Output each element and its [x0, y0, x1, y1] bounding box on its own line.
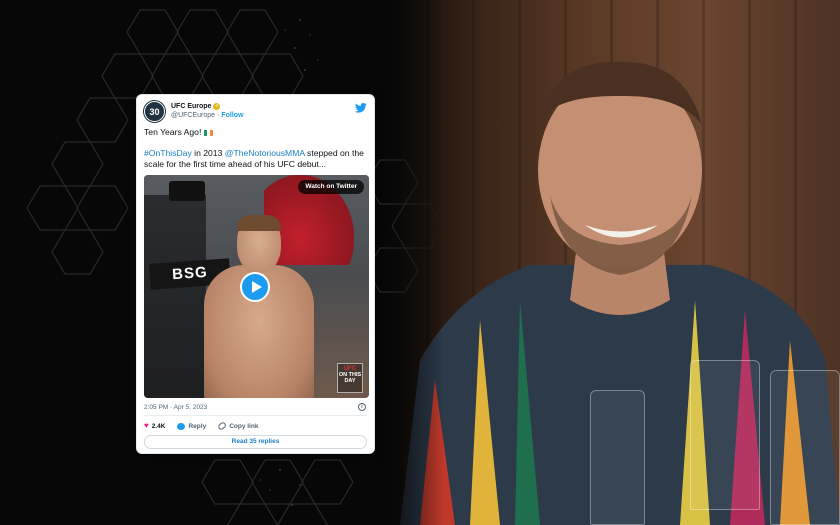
hashtag-link[interactable]: #OnThisDay — [144, 148, 192, 158]
ufc-on-this-day-logo: UFC ON THIS DAY — [337, 363, 363, 393]
account-avatar[interactable]: 30 — [144, 101, 165, 122]
irish-flag-icon — [203, 129, 213, 136]
page: 30 UFC Europe ✓ @UFCEurope · Follow Ten … — [0, 0, 840, 525]
info-icon[interactable]: i — [358, 403, 366, 411]
play-icon[interactable] — [240, 272, 270, 302]
tweet-text-mid: in 2013 — [191, 147, 225, 158]
reply-button[interactable]: Reply — [177, 422, 207, 430]
mention-link[interactable]: @TheNotoriousMMA — [225, 148, 305, 158]
divider — [144, 415, 367, 416]
camera-shape — [169, 181, 205, 201]
account-handle[interactable]: @UFCEurope — [171, 112, 215, 119]
link-icon — [217, 421, 228, 431]
heart-icon: ♥ — [144, 421, 149, 430]
like-button[interactable]: ♥ 2.4K — [144, 422, 165, 430]
tweet-actions: ♥ 2.4K Reply Copy link — [144, 420, 367, 432]
read-replies-button[interactable]: Read 35 replies — [144, 435, 367, 449]
follow-button[interactable]: Follow — [221, 112, 243, 119]
reply-label: Reply — [188, 422, 207, 430]
fighter-photo — [380, 0, 840, 525]
copy-link-button[interactable]: Copy link — [217, 421, 259, 431]
tweet-text: Ten Years Ago! #OnThisDay in 2013 @TheNo… — [144, 127, 367, 180]
separator-dot: · — [217, 112, 220, 119]
watch-on-twitter-button[interactable]: Watch on Twitter — [298, 180, 364, 194]
account-display-name[interactable]: UFC Europe — [171, 102, 211, 111]
tweet-embed-card[interactable]: 30 UFC Europe ✓ @UFCEurope · Follow Ten … — [136, 94, 375, 454]
tweet-line-1: Ten Years Ago! — [144, 127, 202, 137]
verified-badge-icon: ✓ — [213, 103, 221, 110]
copy-link-label: Copy link — [229, 422, 259, 430]
tweet-video[interactable]: BSG Watch on Twitter UFC ON THIS DAY — [144, 175, 369, 398]
account-names: UFC Europe ✓ @UFCEurope · Follow — [171, 102, 244, 120]
tweet-timestamp[interactable]: 2:05 PM · Apr 5, 2023 — [144, 404, 207, 411]
reply-bubble-icon — [177, 422, 186, 430]
like-count: 2.4K — [151, 422, 166, 430]
tweet-header: 30 UFC Europe ✓ @UFCEurope · Follow — [144, 101, 367, 123]
twitter-bird-icon[interactable] — [355, 103, 367, 113]
